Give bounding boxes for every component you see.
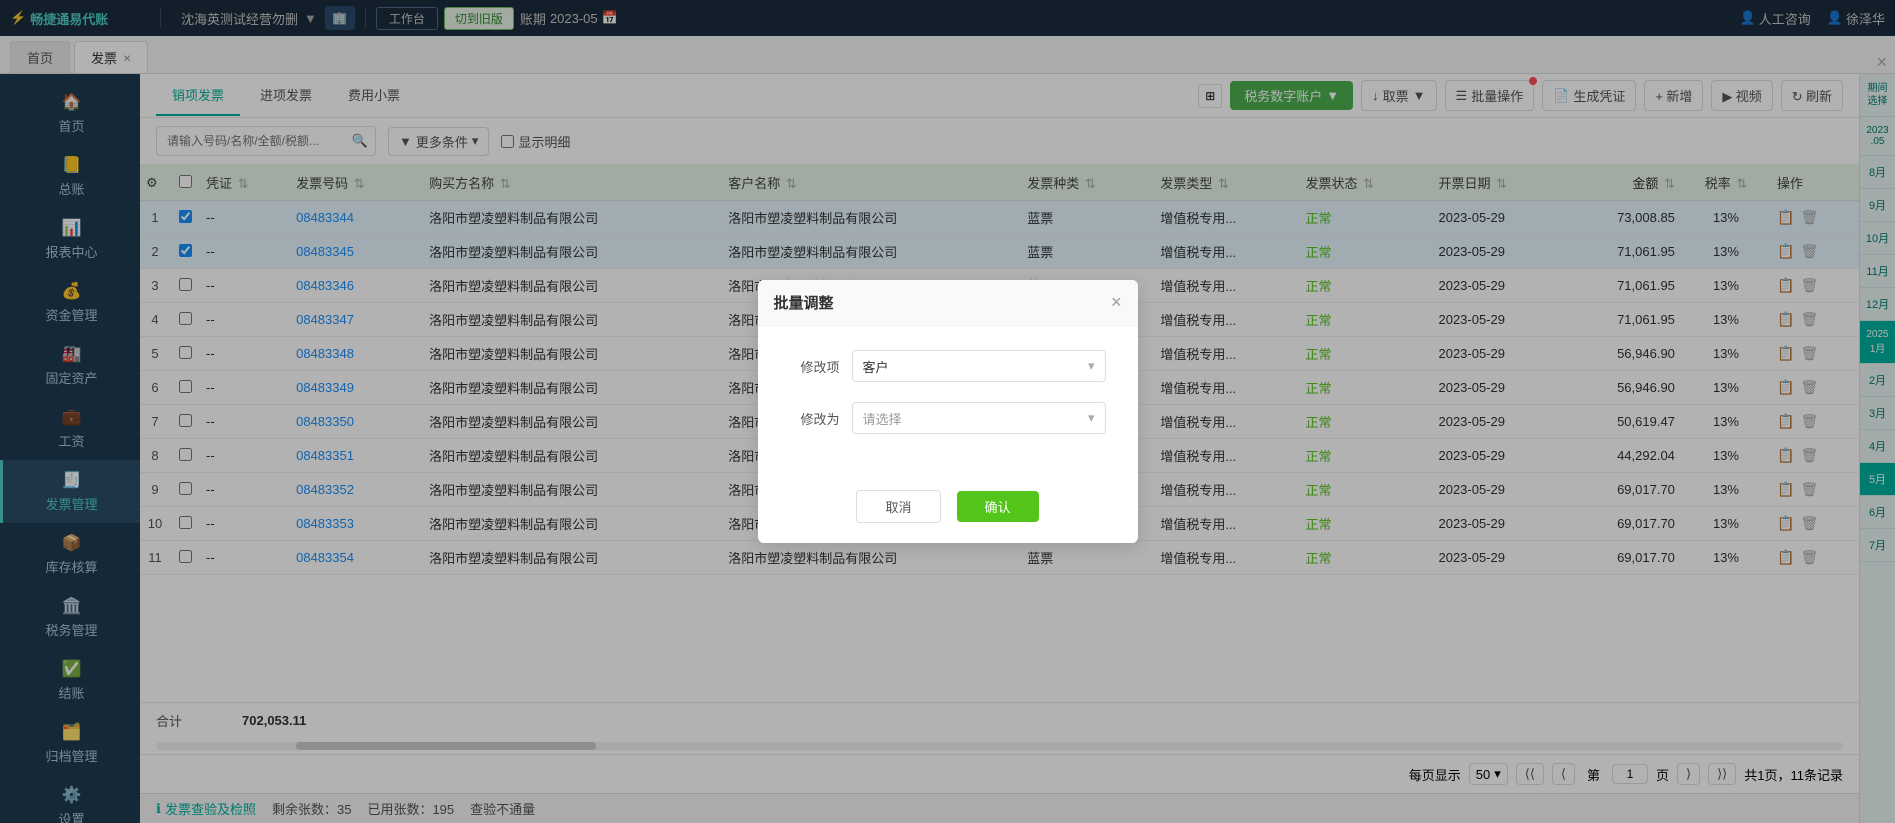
modal-overlay: 批量调整 × 修改项 客户 ▾ 修改为 请选择 ▾ 取消 确认 — [0, 0, 1895, 823]
modify-item-value: 客户 — [863, 357, 889, 376]
modal-body: 修改项 客户 ▾ 修改为 请选择 ▾ — [758, 326, 1138, 478]
modal-cancel-btn[interactable]: 取消 — [856, 490, 940, 523]
modify-item-row: 修改项 客户 ▾ — [790, 350, 1106, 382]
modify-to-row: 修改为 请选择 ▾ — [790, 402, 1106, 434]
modify-to-select[interactable]: 请选择 ▾ — [852, 402, 1106, 434]
modal-confirm-btn[interactable]: 确认 — [957, 491, 1039, 522]
modal-close-btn[interactable]: × — [1111, 292, 1122, 313]
modify-to-label: 修改为 — [790, 409, 840, 428]
modal-footer: 取消 确认 — [758, 478, 1138, 543]
modal-header: 批量调整 × — [758, 280, 1138, 326]
modal-title: 批量调整 — [774, 292, 834, 313]
modify-item-label: 修改项 — [790, 357, 840, 376]
modify-to-arrow-icon: ▾ — [1088, 410, 1095, 426]
modify-item-arrow-icon: ▾ — [1088, 358, 1095, 374]
batch-adjust-modal: 批量调整 × 修改项 客户 ▾ 修改为 请选择 ▾ 取消 确认 — [758, 280, 1138, 543]
modify-item-select[interactable]: 客户 ▾ — [852, 350, 1106, 382]
modify-to-placeholder: 请选择 — [863, 409, 902, 428]
